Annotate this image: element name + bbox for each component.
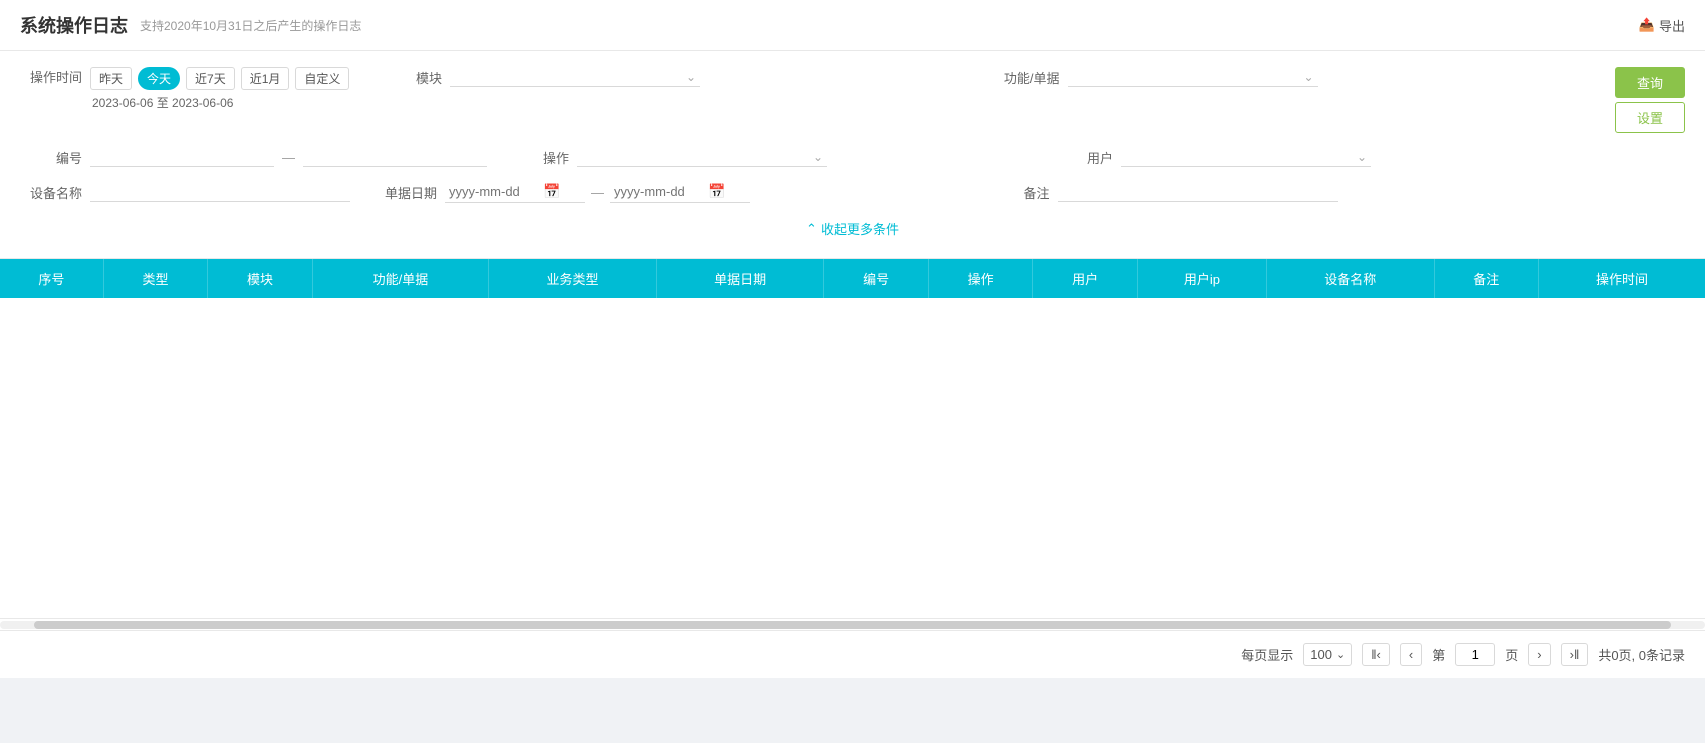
page-size-value: 100 <box>1310 647 1332 662</box>
settings-button[interactable]: 设置 <box>1615 102 1685 133</box>
yesterday-btn[interactable]: 昨天 <box>90 67 132 90</box>
page-title: 系统操作日志 <box>20 12 128 38</box>
user-value <box>1125 149 1129 164</box>
user-chevron-icon: ⌄ <box>1357 150 1367 164</box>
today-btn[interactable]: 今天 <box>138 67 180 90</box>
remark-label: 备注 <box>988 183 1058 202</box>
last1month-btn[interactable]: 近1月 <box>241 67 290 90</box>
module-value <box>454 69 458 84</box>
last-page-btn[interactable]: ›‖ <box>1561 643 1589 666</box>
pagination-bar: 每页显示 100 ⌄ ‖‹ ‹ 第 页 › ›‖ 共0页, 0条记录 <box>0 630 1705 678</box>
operation-value <box>581 149 585 164</box>
code-separator: — <box>282 150 295 165</box>
total-label: 共0页, 0条记录 <box>1598 645 1685 664</box>
voucher-date-to[interactable]: 📅 <box>610 181 750 203</box>
col-device: 设备名称 <box>1266 259 1434 298</box>
collapse-button[interactable]: ⌃ 收起更多条件 <box>806 219 899 238</box>
data-table: 序号 类型 模块 功能/单据 业务类型 单据日期 编号 操作 用户 用户ip 设… <box>0 259 1705 298</box>
horizontal-scrollbar[interactable] <box>0 618 1705 630</box>
time-buttons: 昨天 今天 近7天 近1月 自定义 <box>90 67 349 90</box>
operation-filter-label: 操作 <box>507 148 577 167</box>
col-index: 序号 <box>0 259 103 298</box>
table-container: 序号 类型 模块 功能/单据 业务类型 单据日期 编号 操作 用户 用户ip 设… <box>0 259 1705 298</box>
table-header: 序号 类型 模块 功能/单据 业务类型 单据日期 编号 操作 用户 用户ip 设… <box>0 259 1705 298</box>
col-function: 功能/单据 <box>312 259 488 298</box>
collapse-row: ⌃ 收起更多条件 <box>20 213 1685 248</box>
scrollbar-track <box>0 621 1705 629</box>
date-from-input[interactable] <box>449 184 539 199</box>
col-user: 用户 <box>1033 259 1137 298</box>
next-page-btn[interactable]: › <box>1528 643 1550 666</box>
device-name-input[interactable] <box>94 184 346 199</box>
collapse-label: 收起更多条件 <box>821 219 899 238</box>
module-chevron-icon: ⌄ <box>686 70 696 84</box>
user-label: 用户 <box>1051 148 1121 167</box>
function-label: 功能/单据 <box>998 68 1068 87</box>
col-biz-type: 业务类型 <box>489 259 657 298</box>
function-chevron-icon: ⌄ <box>1303 70 1313 84</box>
scrollbar-thumb[interactable] <box>34 621 1671 629</box>
query-button[interactable]: 查询 <box>1615 67 1685 98</box>
voucher-date-label: 单据日期 <box>380 183 445 202</box>
operation-chevron-icon: ⌄ <box>813 150 823 164</box>
code-input-to[interactable] <box>307 149 483 164</box>
page-subtitle: 支持2020年10月31日之后产生的操作日志 <box>140 17 361 34</box>
voucher-date-from[interactable]: 📅 <box>445 181 585 203</box>
page-size-chevron-icon: ⌄ <box>1336 648 1345 661</box>
action-buttons: 查询 设置 <box>1615 67 1685 133</box>
function-value <box>1072 69 1076 84</box>
filter-area: 操作时间 昨天 今天 近7天 近1月 自定义 2023-06-06 至 2023… <box>0 51 1705 259</box>
code-input-from[interactable] <box>94 149 270 164</box>
module-select[interactable]: ⌄ <box>450 67 700 87</box>
page-size-label: 每页显示 <box>1241 645 1293 664</box>
function-select[interactable]: ⌄ <box>1068 67 1318 87</box>
calendar-from-icon[interactable]: 📅 <box>543 183 560 200</box>
first-page-btn[interactable]: ‖‹ <box>1362 643 1390 666</box>
custom-btn[interactable]: 自定义 <box>295 67 349 90</box>
page-suffix: 页 <box>1505 645 1518 664</box>
col-type: 类型 <box>103 259 207 298</box>
col-operation: 操作 <box>928 259 1032 298</box>
date-to-input[interactable] <box>614 184 704 199</box>
col-voucher-date: 单据日期 <box>656 259 824 298</box>
export-icon: 📤 <box>1639 17 1655 33</box>
module-label: 模块 <box>380 68 450 87</box>
empty-table-area <box>0 298 1705 618</box>
export-label: 导出 <box>1659 16 1685 35</box>
page-header: 系统操作日志 支持2020年10月31日之后产生的操作日志 📤 导出 <box>0 0 1705 51</box>
device-name-label: 设备名称 <box>20 183 90 202</box>
page-size-select[interactable]: 100 ⌄ <box>1303 643 1352 666</box>
col-module: 模块 <box>208 259 312 298</box>
col-user-ip: 用户ip <box>1137 259 1266 298</box>
code-label: 编号 <box>20 148 90 167</box>
user-select[interactable]: ⌄ <box>1121 147 1371 167</box>
date-separator: — <box>591 185 604 200</box>
export-button[interactable]: 📤 导出 <box>1639 16 1685 35</box>
col-op-time: 操作时间 <box>1539 259 1705 298</box>
operation-time-label: 操作时间 <box>20 67 90 86</box>
collapse-chevron-icon: ⌃ <box>806 221 817 237</box>
date-range-display: 2023-06-06 至 2023-06-06 <box>92 94 349 111</box>
last7days-btn[interactable]: 近7天 <box>186 67 235 90</box>
prev-page-btn[interactable]: ‹ <box>1400 643 1422 666</box>
col-code: 编号 <box>824 259 928 298</box>
remark-input[interactable] <box>1062 184 1334 199</box>
col-remark: 备注 <box>1434 259 1538 298</box>
current-page-input[interactable] <box>1455 643 1495 666</box>
page-word: 第 <box>1432 645 1445 664</box>
operation-select[interactable]: ⌄ <box>577 147 827 167</box>
calendar-to-icon[interactable]: 📅 <box>708 183 725 200</box>
